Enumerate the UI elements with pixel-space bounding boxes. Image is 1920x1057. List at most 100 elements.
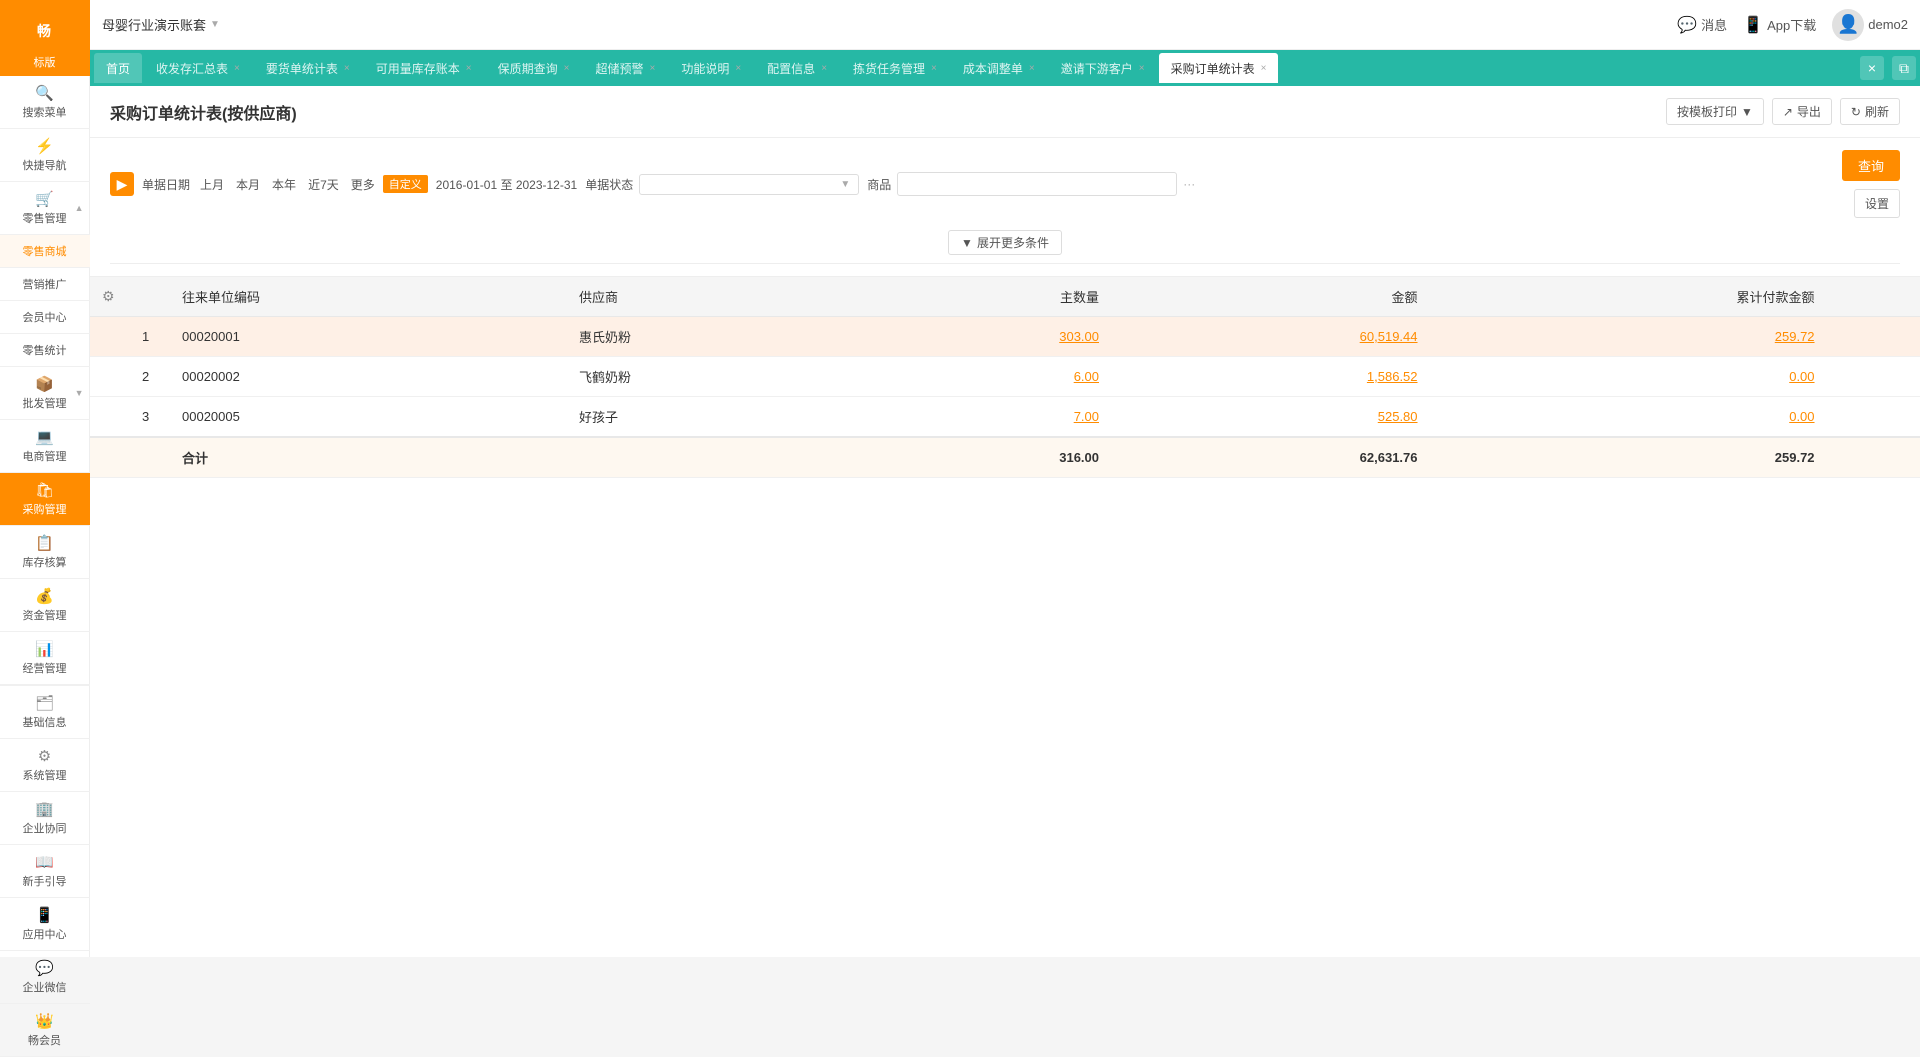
tab-purchase-stat-label: 采购订单统计表 <box>1171 60 1255 77</box>
sidebar-item-wechat[interactable]: 💬 企业微信 <box>0 951 90 1004</box>
sidebar-item-enterprise[interactable]: 🏢 企业协同 <box>0 792 90 845</box>
tab-cost-adj[interactable]: 成本调整单 × <box>951 53 1047 83</box>
tab-func-desc[interactable]: 功能说明 × <box>669 53 753 83</box>
topbar: 母婴行业演示账套 ▼ 💬 消息 📱 App下载 👤 demo2 <box>90 0 1920 50</box>
sidebar-item-retail-mall[interactable]: 零售商城 <box>0 235 90 268</box>
sidebar-item-ecommerce[interactable]: 💻 电商管理 <box>0 420 90 473</box>
user-profile-btn[interactable]: 👤 demo2 <box>1832 9 1908 41</box>
row2-qty-link[interactable]: 6.00 <box>1074 369 1099 384</box>
sidebar-item-inventory[interactable]: 📋 库存核算 <box>0 526 90 579</box>
row2-paid-link[interactable]: 0.00 <box>1789 369 1814 384</box>
tab-config-close-icon[interactable]: × <box>821 63 827 74</box>
btn-template-print[interactable]: 按模板打印 ▼ <box>1666 98 1764 125</box>
sidebar-item-basic[interactable]: 🗂 基础信息 <box>0 685 90 739</box>
btn-expand-more[interactable]: ▼ 展开更多条件 <box>948 230 1062 255</box>
message-btn[interactable]: 💬 消息 <box>1677 15 1727 35</box>
btn-settings[interactable]: 设置 <box>1854 189 1900 218</box>
sidebar-item-retail[interactable]: 🛒 零售管理 ▲ <box>0 182 90 235</box>
tabbar-restore-btn[interactable]: ⧉ <box>1892 56 1916 80</box>
btn-query[interactable]: 查询 <box>1842 150 1900 181</box>
sidebar-search[interactable]: 🔍 搜索菜单 <box>0 76 90 129</box>
basic-icon: 🗂 <box>35 694 54 712</box>
tabbar-actions: × ⧉ <box>1860 56 1916 80</box>
appcenter-icon: 📱 <box>35 906 54 924</box>
sidebar-item-wholesale[interactable]: 📦 批发管理 ▼ <box>0 367 90 420</box>
shortcut-7days[interactable]: 近7天 <box>304 174 343 195</box>
tab-pick-task[interactable]: 拣货任务管理 × <box>841 53 949 83</box>
th-qty: 主数量 <box>863 277 1111 317</box>
tab-overstock-close-icon[interactable]: × <box>649 63 655 74</box>
app-download-btn[interactable]: 📱 App下载 <box>1743 15 1816 35</box>
workspace-selector[interactable]: 母婴行业演示账套 ▼ <box>102 15 220 34</box>
date-shortcuts: 上月 本月 本年 近7天 更多 自定义 <box>196 174 428 195</box>
tab-expiry[interactable]: 保质期查询 × <box>486 53 582 83</box>
tab-qty-ledger-close-icon[interactable]: × <box>466 63 472 74</box>
data-table: ⚙ 往来单位编码 供应商 主数量 金额 累计付款金额 1 <box>90 277 1920 478</box>
sidebar-item-member[interactable]: 会员中心 <box>0 301 90 334</box>
message-icon: 💬 <box>1677 15 1697 35</box>
row1-qty-link[interactable]: 303.00 <box>1059 329 1099 344</box>
goods-input[interactable] <box>897 172 1177 196</box>
sidebar-item-finance[interactable]: 💰 资金管理 <box>0 579 90 632</box>
row2-amount: 1,586.52 <box>1111 357 1430 397</box>
sidebar-item-member2[interactable]: 👑 畅会员 <box>0 1004 90 1057</box>
tab-pick-task-close-icon[interactable]: × <box>931 63 937 74</box>
btn-export[interactable]: ↗ 导出 <box>1772 98 1832 125</box>
tab-qty-ledger[interactable]: 可用量库存账本 × <box>364 53 484 83</box>
shortcut-last-month[interactable]: 上月 <box>196 174 228 195</box>
wechat-label: 企业微信 <box>23 979 67 995</box>
tab-func-desc-close-icon[interactable]: × <box>735 63 741 74</box>
shortcut-this-month[interactable]: 本月 <box>232 174 264 195</box>
sidebar-item-system[interactable]: ⚙ 系统管理 <box>0 739 90 792</box>
retail-icon: 🛒 <box>35 190 54 208</box>
row3-paid-link[interactable]: 0.00 <box>1789 409 1814 424</box>
sidebar-item-purchase[interactable]: 🛍 采购管理 <box>0 473 90 526</box>
tab-overstock[interactable]: 超储预警 × <box>583 53 667 83</box>
row1-amount-link[interactable]: 60,519.44 <box>1360 329 1418 344</box>
tab-recv-send-close-icon[interactable]: × <box>234 63 240 74</box>
ecommerce-icon: 💻 <box>35 428 54 446</box>
filter-toggle-btn[interactable]: ▶ <box>110 172 134 196</box>
row3-qty-link[interactable]: 7.00 <box>1074 409 1099 424</box>
column-settings-icon[interactable]: ⚙ <box>102 288 115 304</box>
footer-extra <box>1827 437 1920 478</box>
row2-paid: 0.00 <box>1430 357 1827 397</box>
sidebar-item-operation[interactable]: 📊 经营管理 <box>0 632 90 685</box>
row3-amount-link[interactable]: 525.80 <box>1378 409 1418 424</box>
sidebar-item-appcenter[interactable]: 📱 应用中心 <box>0 898 90 951</box>
shortcut-this-year[interactable]: 本年 <box>268 174 300 195</box>
retail-stat-label: 零售统计 <box>23 342 67 358</box>
tab-config[interactable]: 配置信息 × <box>755 53 839 83</box>
sidebar-item-guide[interactable]: 📖 新手引导 <box>0 845 90 898</box>
tab-qty-ledger-label: 可用量库存账本 <box>376 60 460 77</box>
date-custom-tag[interactable]: 自定义 <box>383 175 428 193</box>
goods-more-icon[interactable]: ··· <box>1183 177 1195 191</box>
tab-purchase-stat-close-icon[interactable]: × <box>1261 63 1267 74</box>
basic-label: 基础信息 <box>23 714 67 730</box>
sidebar-item-quick-nav[interactable]: ⚡ 快捷导航 <box>0 129 90 182</box>
tab-invite-down-close-icon[interactable]: × <box>1139 63 1145 74</box>
btn-refresh[interactable]: ↻ 刷新 <box>1840 98 1900 125</box>
sidebar-item-retail-stat[interactable]: 零售统计 <box>0 334 90 367</box>
row3-paid: 0.00 <box>1430 397 1827 438</box>
row2-qty: 6.00 <box>863 357 1111 397</box>
tab-home[interactable]: 首页 <box>94 53 142 83</box>
tab-invite-down[interactable]: 邀请下游客户 × <box>1049 53 1157 83</box>
purchase-label: 采购管理 <box>23 501 67 517</box>
finance-icon: 💰 <box>35 587 54 605</box>
guide-label: 新手引导 <box>23 873 67 889</box>
row1-settings <box>90 317 130 357</box>
tab-recv-send[interactable]: 收发存汇总表 × <box>144 53 252 83</box>
tab-purchase-stat[interactable]: 采购订单统计表 × <box>1159 53 1279 83</box>
status-select[interactable]: ▼ <box>639 174 859 195</box>
shortcut-more[interactable]: 更多 <box>347 174 379 195</box>
th-amount: 金额 <box>1111 277 1430 317</box>
tab-cost-adj-close-icon[interactable]: × <box>1029 63 1035 74</box>
row1-paid-link[interactable]: 259.72 <box>1775 329 1815 344</box>
sidebar-item-marketing[interactable]: 营销推广 <box>0 268 90 301</box>
tabbar-close-btn[interactable]: × <box>1860 56 1884 80</box>
tab-expiry-close-icon[interactable]: × <box>564 63 570 74</box>
tab-order-stat-close-icon[interactable]: × <box>344 63 350 74</box>
tab-order-stat[interactable]: 要货单统计表 × <box>254 53 362 83</box>
row2-amount-link[interactable]: 1,586.52 <box>1367 369 1418 384</box>
